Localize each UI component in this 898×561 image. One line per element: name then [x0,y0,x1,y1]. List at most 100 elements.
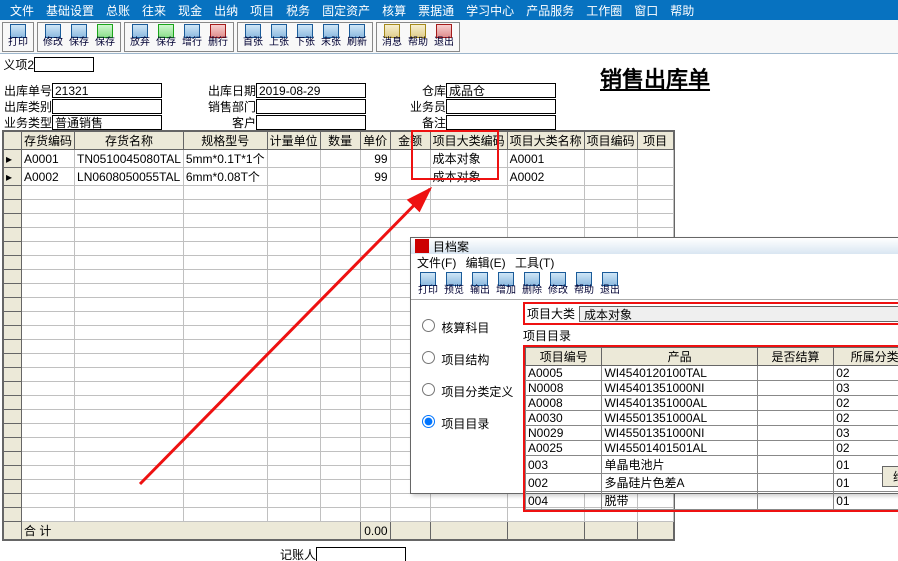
empty-cell[interactable] [320,466,360,480]
sub-c3[interactable] [757,426,833,441]
cell-qty[interactable] [267,168,320,186]
salesperson-input[interactable] [446,99,556,114]
toolbar-上张[interactable]: 上张 [267,24,291,50]
empty-cell[interactable] [584,186,637,200]
row-selector[interactable] [4,494,22,508]
empty-cell[interactable] [75,424,184,438]
empty-cell[interactable] [22,298,75,312]
row-selector[interactable] [4,354,22,368]
toolbar-增行[interactable]: 增行 [180,24,204,50]
empty-cell[interactable] [320,494,360,508]
empty-cell[interactable] [390,200,430,214]
empty-cell[interactable] [267,382,320,396]
sub-c3[interactable] [757,456,833,474]
empty-cell[interactable] [267,368,320,382]
empty-cell[interactable] [320,256,360,270]
empty-cell[interactable] [75,410,184,424]
cell-name[interactable]: LN0608050055TAL [75,168,184,186]
empty-cell[interactable] [584,200,637,214]
empty-cell[interactable] [267,186,320,200]
sub-c3[interactable] [757,492,833,510]
empty-cell[interactable] [75,368,184,382]
empty-cell[interactable] [22,382,75,396]
toolbar-消息[interactable]: 消息 [380,24,404,50]
grid-header[interactable]: 项目大类名称 [507,132,584,150]
menu-item[interactable]: 核算 [376,2,412,19]
empty-cell[interactable] [75,242,184,256]
cell-pitem[interactable] [584,150,637,168]
menu-edit[interactable]: 编辑(E) [466,256,506,270]
empty-cell[interactable] [360,466,390,480]
toolbar-保存[interactable]: 保存 [154,24,178,50]
empty-cell[interactable] [360,326,390,340]
cell-name[interactable]: TN0510045080TAL [75,150,184,168]
sub-c4[interactable]: 02 [834,411,898,426]
row-selector[interactable] [4,270,22,284]
empty-cell[interactable] [183,410,267,424]
accounter-input[interactable] [316,547,406,561]
cell-code[interactable]: A0001 [22,150,75,168]
empty-cell[interactable] [22,256,75,270]
empty-cell[interactable] [75,480,184,494]
sub-c3[interactable] [757,381,833,396]
empty-cell[interactable] [183,284,267,298]
empty-cell[interactable] [320,382,360,396]
empty-cell[interactable] [183,424,267,438]
empty-cell[interactable] [22,480,75,494]
toolbar-保存[interactable]: 保存 [93,24,117,50]
empty-cell[interactable] [183,312,267,326]
empty-cell[interactable] [360,424,390,438]
popup-tool-预览[interactable]: 预览 [442,271,466,297]
menu-item[interactable]: 工作圈 [580,2,628,19]
empty-cell[interactable] [22,396,75,410]
empty-cell[interactable] [507,200,584,214]
empty-cell[interactable] [183,480,267,494]
empty-cell[interactable] [183,242,267,256]
empty-cell[interactable] [183,396,267,410]
empty-cell[interactable] [183,228,267,242]
empty-cell[interactable] [22,452,75,466]
row-selector[interactable]: ▸ [4,168,22,186]
cell-pitem[interactable] [584,168,637,186]
empty-cell[interactable] [75,508,184,522]
sub-c4[interactable]: 03 [834,426,898,441]
sub-c1[interactable]: N0008 [526,381,602,396]
empty-cell[interactable] [320,424,360,438]
toolbar-首张[interactable]: 首张 [241,24,265,50]
toolbar-删行[interactable]: 删行 [206,24,230,50]
empty-cell[interactable] [320,508,360,522]
empty-cell[interactable] [320,228,360,242]
menu-item[interactable]: 窗口 [628,2,664,19]
menu-item[interactable]: 票据通 [412,2,460,19]
cell-price[interactable] [320,150,360,168]
menu-tool[interactable]: 工具(T) [515,256,554,270]
popup-tool-输出[interactable]: 输出 [468,271,492,297]
sub-c2[interactable]: WI45401351000AL [602,396,757,411]
empty-cell[interactable] [22,242,75,256]
empty-cell[interactable] [390,494,430,508]
empty-cell[interactable] [183,186,267,200]
popup-tool-帮助[interactable]: 帮助 [572,271,596,297]
row-selector[interactable] [4,284,22,298]
empty-cell[interactable] [22,424,75,438]
sub-c3[interactable] [757,396,833,411]
sub-c1[interactable]: 002 [526,474,602,492]
empty-cell[interactable] [75,438,184,452]
empty-cell[interactable] [390,508,430,522]
empty-cell[interactable] [22,410,75,424]
radio-acct[interactable]: 核算科目 [417,316,517,336]
sub-c2[interactable]: WI45401351000NI [602,381,757,396]
empty-cell[interactable] [75,466,184,480]
cell-spec[interactable]: 6mm*0.08T个 [183,168,267,186]
empty-cell[interactable] [320,368,360,382]
out-type-input[interactable] [52,99,162,114]
empty-cell[interactable] [390,214,430,228]
empty-cell[interactable] [360,186,390,200]
menu-item[interactable]: 学习中心 [460,2,520,19]
cell-code[interactable]: A0002 [22,168,75,186]
empty-cell[interactable] [320,396,360,410]
toolbar-修改[interactable]: 修改 [41,24,65,50]
sub-c1[interactable]: 003 [526,456,602,474]
empty-cell[interactable] [22,284,75,298]
empty-cell[interactable] [360,508,390,522]
